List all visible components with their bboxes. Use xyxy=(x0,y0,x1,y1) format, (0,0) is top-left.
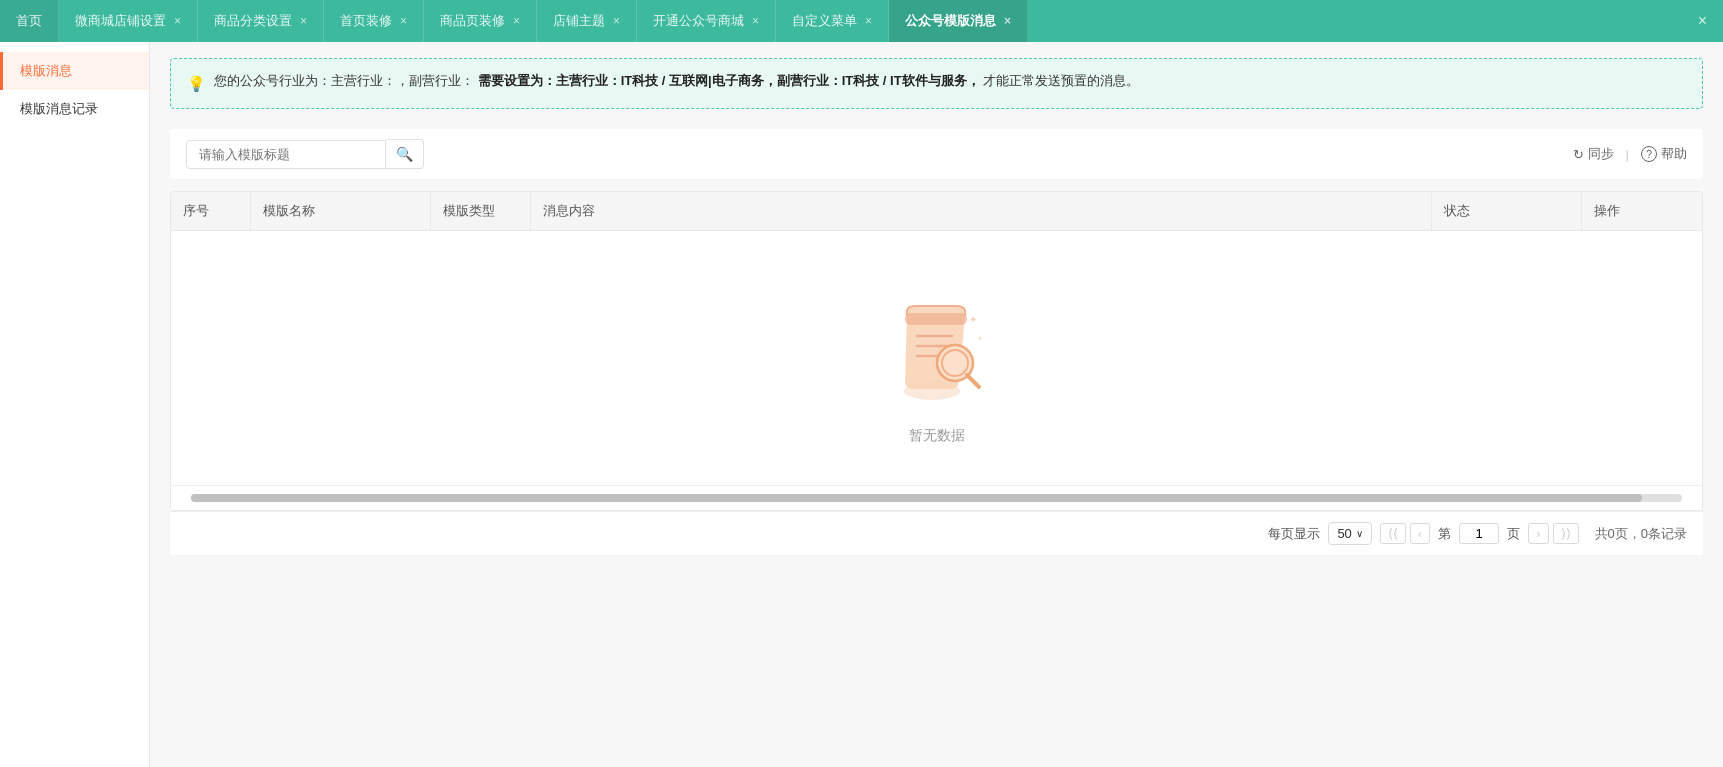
tab-product-decor[interactable]: 商品页装修 × xyxy=(424,0,537,42)
close-tab-category-settings[interactable]: × xyxy=(300,14,307,28)
search-input[interactable] xyxy=(186,140,386,169)
table-scrollbar-row xyxy=(171,485,1702,510)
empty-state: ✦ ✦ 暂无数据 xyxy=(171,231,1702,485)
pagination-row: 每页显示 50 ∨ ⟨⟨ ‹ 第 页 › ⟩⟩ 共0页，0条记录 xyxy=(170,511,1703,555)
svg-text:✦: ✦ xyxy=(977,335,983,342)
table-scrollbar[interactable] xyxy=(191,494,1682,502)
close-tab-open-wechat-shop[interactable]: × xyxy=(752,14,759,28)
empty-state-text: 暂无数据 xyxy=(909,427,965,445)
th-content: 消息内容 xyxy=(531,192,1432,230)
tab-template-msg-label: 公众号模版消息 xyxy=(905,12,996,30)
table-scrollbar-thumb[interactable] xyxy=(191,494,1642,502)
close-tab-homepage-decor[interactable]: × xyxy=(400,14,407,28)
search-row: 🔍 ↻ 同步 | ? 帮助 xyxy=(170,129,1703,179)
tab-homepage-decor[interactable]: 首页装修 × xyxy=(324,0,424,42)
tab-shop-settings[interactable]: 微商城店铺设置 × xyxy=(59,0,198,42)
prev-page-button[interactable]: ‹ xyxy=(1410,523,1430,544)
search-right: ↻ 同步 | ? 帮助 xyxy=(1573,145,1687,163)
next-page-button[interactable]: › xyxy=(1528,523,1548,544)
data-table: 序号 模版名称 模版类型 消息内容 状态 操作 xyxy=(170,191,1703,511)
tab-shop-settings-label: 微商城店铺设置 xyxy=(75,12,166,30)
page-number-input[interactable] xyxy=(1459,523,1499,544)
tab-custom-menu[interactable]: 自定义菜单 × xyxy=(776,0,889,42)
last-page-button[interactable]: ⟩⟩ xyxy=(1553,523,1579,544)
close-tab-product-decor[interactable]: × xyxy=(513,14,520,28)
svg-text:✦: ✦ xyxy=(969,314,977,325)
tab-template-msg[interactable]: 公众号模版消息 × xyxy=(889,0,1028,42)
notice-highlight: 需要设置为：主营行业：IT科技 / 互联网|电子商务，副营行业：IT科技 / I… xyxy=(478,73,980,88)
svg-line-7 xyxy=(967,375,979,387)
th-type: 模版类型 xyxy=(431,192,531,230)
empty-state-icon: ✦ ✦ xyxy=(877,291,997,411)
th-status-label: 状态 xyxy=(1444,203,1470,218)
sync-label: 同步 xyxy=(1588,145,1614,163)
notice-banner: 💡 您的公众号行业为：主营行业：，副营行业： 需要设置为：主营行业：IT科技 /… xyxy=(170,58,1703,109)
tab-open-wechat-shop-label: 开通公众号商城 xyxy=(653,12,744,30)
th-no-label: 序号 xyxy=(183,203,209,218)
notice-prefix: 您的公众号行业为：主营行业：，副营行业： xyxy=(214,73,474,88)
table-header: 序号 模版名称 模版类型 消息内容 状态 操作 xyxy=(171,192,1702,231)
notice-text: 您的公众号行业为：主营行业：，副营行业： 需要设置为：主营行业：IT科技 / 互… xyxy=(214,71,1139,92)
bulb-icon: 💡 xyxy=(187,72,206,96)
sidebar-item-template-message-label: 模版消息 xyxy=(20,63,72,78)
help-icon: ? xyxy=(1641,146,1657,162)
th-type-label: 模版类型 xyxy=(443,203,495,218)
main-layout: 模版消息 模版消息记录 💡 您的公众号行业为：主营行业：，副营行业： 需要设置为… xyxy=(0,42,1723,767)
svg-rect-1 xyxy=(905,313,967,325)
search-icon: 🔍 xyxy=(396,146,413,162)
th-status: 状态 xyxy=(1432,192,1582,230)
page-size-value: 50 xyxy=(1337,526,1351,541)
page-navigation: ⟨⟨ ‹ 第 页 › ⟩⟩ xyxy=(1380,523,1579,544)
th-name-label: 模版名称 xyxy=(263,203,315,218)
th-action: 操作 xyxy=(1582,192,1702,230)
th-no: 序号 xyxy=(171,192,251,230)
divider: | xyxy=(1626,147,1629,162)
chevron-down-icon: ∨ xyxy=(1356,528,1363,539)
tab-product-decor-label: 商品页装修 xyxy=(440,12,505,30)
tab-category-settings[interactable]: 商品分类设置 × xyxy=(198,0,324,42)
close-tab-custom-menu[interactable]: × xyxy=(865,14,872,28)
tab-store-theme[interactable]: 店铺主题 × xyxy=(537,0,637,42)
sidebar-item-template-message-log-label: 模版消息记录 xyxy=(20,101,98,116)
tab-home[interactable]: 首页 xyxy=(0,0,59,42)
global-close-button[interactable]: × xyxy=(1682,0,1723,42)
sidebar-item-template-message-log[interactable]: 模版消息记录 xyxy=(0,90,149,128)
close-tab-template-msg[interactable]: × xyxy=(1004,14,1011,28)
page-label-before: 第 xyxy=(1438,525,1451,543)
sync-icon: ↻ xyxy=(1573,147,1584,162)
empty-state-label: 暂无数据 xyxy=(909,427,965,443)
tab-store-theme-label: 店铺主题 xyxy=(553,12,605,30)
page-size-select[interactable]: 50 ∨ xyxy=(1328,522,1371,545)
th-action-label: 操作 xyxy=(1594,203,1620,218)
close-tab-shop-settings[interactable]: × xyxy=(174,14,181,28)
total-info: 共0页，0条记录 xyxy=(1595,525,1687,543)
tab-category-settings-label: 商品分类设置 xyxy=(214,12,292,30)
tab-homepage-decor-label: 首页装修 xyxy=(340,12,392,30)
search-left: 🔍 xyxy=(186,139,424,169)
first-page-button[interactable]: ⟨⟨ xyxy=(1380,523,1406,544)
sidebar: 模版消息 模版消息记录 xyxy=(0,42,150,767)
top-navigation: 首页 微商城店铺设置 × 商品分类设置 × 首页装修 × 商品页装修 × 店铺主… xyxy=(0,0,1723,42)
page-label-after: 页 xyxy=(1507,525,1520,543)
th-content-label: 消息内容 xyxy=(543,203,595,218)
tab-custom-menu-label: 自定义菜单 xyxy=(792,12,857,30)
help-button[interactable]: ? 帮助 xyxy=(1641,145,1687,163)
tab-home-label: 首页 xyxy=(16,12,42,30)
close-tab-store-theme[interactable]: × xyxy=(613,14,620,28)
th-name: 模版名称 xyxy=(251,192,431,230)
notice-suffix: 才能正常发送预置的消息。 xyxy=(983,73,1139,88)
search-input-wrapper: 🔍 xyxy=(186,139,424,169)
page-size-label: 每页显示 xyxy=(1268,525,1320,543)
sync-button[interactable]: ↻ 同步 xyxy=(1573,145,1614,163)
tab-open-wechat-shop[interactable]: 开通公众号商城 × xyxy=(637,0,776,42)
help-label: 帮助 xyxy=(1661,145,1687,163)
search-button[interactable]: 🔍 xyxy=(386,139,424,169)
sidebar-item-template-message[interactable]: 模版消息 xyxy=(0,52,149,90)
content-area: 💡 您的公众号行业为：主营行业：，副营行业： 需要设置为：主营行业：IT科技 /… xyxy=(150,42,1723,767)
